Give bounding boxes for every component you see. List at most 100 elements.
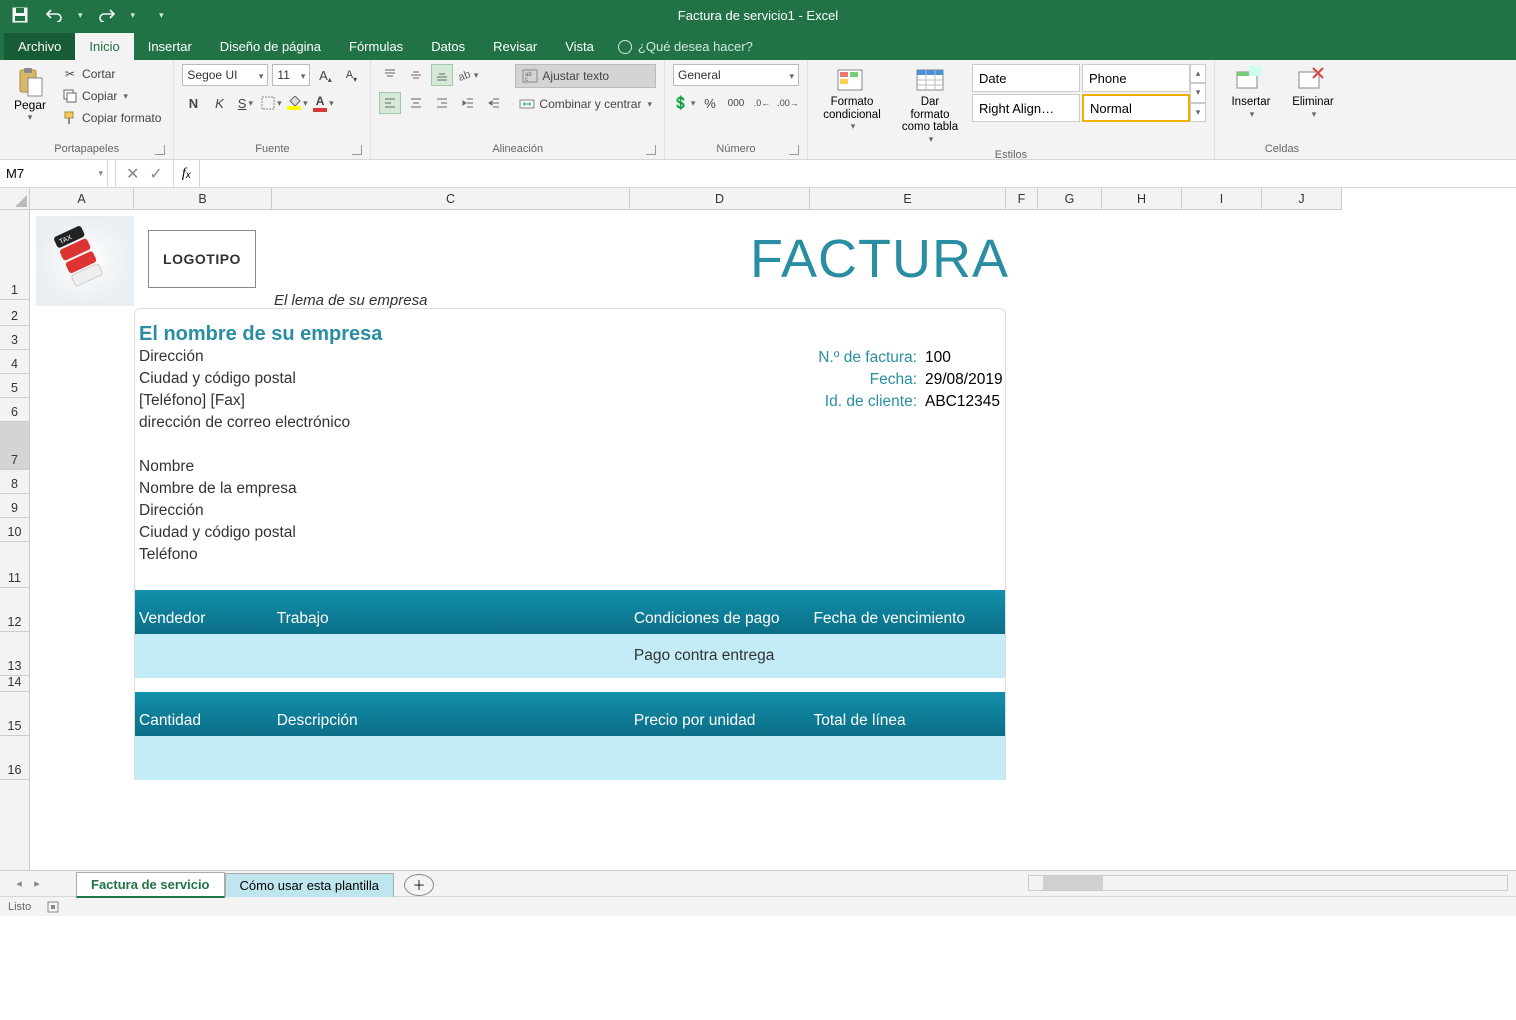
merge-center-button[interactable]: Combinar y centrar [515, 94, 656, 114]
increase-indent-button[interactable] [483, 92, 505, 114]
row-header-5[interactable]: 5 [0, 374, 29, 398]
column-header-G[interactable]: G [1038, 188, 1102, 209]
redo-icon[interactable] [97, 5, 117, 25]
styles-more-icon[interactable]: ▾ [1190, 103, 1206, 122]
undo-icon[interactable] [44, 5, 64, 25]
row-header-1[interactable]: 1 [0, 210, 29, 300]
row-header-15[interactable]: 15 [0, 692, 29, 736]
tell-me-search[interactable]: ¿Qué desea hacer? [608, 33, 763, 60]
formula-input[interactable] [200, 160, 1516, 187]
name-box[interactable]: M7 ▾ [0, 160, 108, 187]
font-name-combo[interactable]: Segoe UI [182, 64, 268, 86]
column-header-B[interactable]: B [134, 188, 272, 209]
row-header-12[interactable]: 12 [0, 588, 29, 632]
underline-button[interactable]: S [234, 92, 256, 114]
font-size-combo[interactable]: 11 [272, 64, 310, 86]
row-header-7[interactable]: 7 [0, 422, 29, 470]
font-color-button[interactable]: A [312, 92, 334, 114]
accounting-format-button[interactable]: 💲 [673, 92, 695, 114]
undo-dropdown-icon[interactable]: ▾ [78, 10, 83, 21]
decrease-font-button[interactable]: A▾ [340, 64, 362, 86]
align-right-button[interactable] [431, 92, 453, 114]
tab-inicio[interactable]: Inicio [75, 33, 133, 60]
row-header-11[interactable]: 11 [0, 542, 29, 588]
insert-cells-button[interactable]: Insertar [1223, 64, 1279, 122]
row-header-3[interactable]: 3 [0, 326, 29, 350]
row-header-8[interactable]: 8 [0, 470, 29, 494]
qat-customize-icon[interactable]: ▾ [159, 10, 164, 21]
conditional-formatting-button[interactable]: Formato condicional [816, 64, 888, 134]
copy-button[interactable]: Copiar [58, 86, 165, 106]
bold-button[interactable]: N [182, 92, 204, 114]
scroll-up-icon[interactable]: ▴ [1190, 64, 1206, 83]
fill-color-button[interactable] [286, 92, 308, 114]
wrap-text-button[interactable]: abc Ajustar texto [515, 64, 656, 88]
tab-formulas[interactable]: Fórmulas [335, 33, 417, 60]
comma-style-button[interactable]: 000 [725, 92, 747, 114]
cells-area[interactable]: TAX LOGOTIPO El lema de su empresa FACTU… [30, 210, 1516, 870]
format-painter-button[interactable]: Copiar formato [58, 108, 165, 128]
row-header-4[interactable]: 4 [0, 350, 29, 374]
decrease-decimal-button[interactable]: .00→ [777, 92, 799, 114]
dialog-launcher-icon[interactable] [646, 145, 656, 155]
align-middle-button[interactable] [405, 64, 427, 86]
tab-revisar[interactable]: Revisar [479, 33, 551, 60]
align-center-button[interactable] [405, 92, 427, 114]
column-header-I[interactable]: I [1182, 188, 1262, 209]
paste-button[interactable]: Pegar ▾ [8, 64, 52, 125]
worksheet-grid[interactable]: 12345678910111213141516 TAX LOGOTIP [0, 210, 1516, 870]
increase-decimal-button[interactable]: .0← [751, 92, 773, 114]
increase-font-button[interactable]: A▴ [314, 64, 336, 86]
redo-dropdown-icon[interactable]: ▾ [131, 10, 136, 21]
decrease-indent-button[interactable] [457, 92, 479, 114]
orientation-button[interactable]: ab [457, 64, 479, 86]
row-header-9[interactable]: 9 [0, 494, 29, 518]
tab-nav-prev[interactable]: ◂ [10, 877, 28, 890]
cancel-icon[interactable]: ✕ [126, 164, 139, 184]
column-header-F[interactable]: F [1006, 188, 1038, 209]
styles-scrollbar[interactable]: ▴ ▾ ▾ [1190, 64, 1206, 122]
tab-vista[interactable]: Vista [551, 33, 608, 60]
style-phone[interactable]: Phone [1082, 64, 1190, 92]
column-header-C[interactable]: C [272, 188, 630, 209]
column-header-H[interactable]: H [1102, 188, 1182, 209]
tab-datos[interactable]: Datos [417, 33, 479, 60]
horizontal-scrollbar[interactable] [1028, 875, 1508, 891]
column-header-D[interactable]: D [630, 188, 810, 209]
format-as-table-button[interactable]: Dar formato como tabla [894, 64, 966, 147]
save-icon[interactable] [10, 5, 30, 25]
row-header-14[interactable]: 14 [0, 676, 29, 692]
enter-icon[interactable]: ✓ [149, 164, 162, 184]
italic-button[interactable]: K [208, 92, 230, 114]
tab-diseno[interactable]: Diseño de página [206, 33, 335, 60]
column-header-E[interactable]: E [810, 188, 1006, 209]
align-top-button[interactable] [379, 64, 401, 86]
cell-styles-gallery[interactable]: Date Phone Right Align… Normal [972, 64, 1190, 122]
style-normal[interactable]: Normal [1082, 94, 1190, 122]
macro-record-icon[interactable] [45, 899, 61, 915]
dialog-launcher-icon[interactable] [155, 145, 165, 155]
dialog-launcher-icon[interactable] [789, 145, 799, 155]
row-header-6[interactable]: 6 [0, 398, 29, 422]
scroll-down-icon[interactable]: ▾ [1190, 83, 1206, 102]
select-all-corner[interactable] [0, 188, 30, 210]
row-header-2[interactable]: 2 [0, 300, 29, 326]
cut-button[interactable]: ✂ Cortar [58, 64, 165, 84]
style-date[interactable]: Date [972, 64, 1080, 92]
tab-insertar[interactable]: Insertar [134, 33, 206, 60]
dialog-launcher-icon[interactable] [352, 145, 362, 155]
row-header-16[interactable]: 16 [0, 736, 29, 780]
sheet-tab-active[interactable]: Factura de servicio [76, 872, 225, 898]
align-left-button[interactable] [379, 92, 401, 114]
delete-cells-button[interactable]: Eliminar [1285, 64, 1341, 122]
align-bottom-button[interactable] [431, 64, 453, 86]
borders-button[interactable] [260, 92, 282, 114]
row-header-10[interactable]: 10 [0, 518, 29, 542]
row-header-13[interactable]: 13 [0, 632, 29, 676]
fx-icon[interactable]: fx [174, 160, 200, 187]
percent-button[interactable]: % [699, 92, 721, 114]
sheet-tab-other[interactable]: Cómo usar esta plantilla [225, 873, 394, 897]
number-format-combo[interactable]: General [673, 64, 799, 86]
tab-file[interactable]: Archivo [4, 33, 75, 60]
tab-nav-next[interactable]: ▸ [28, 877, 46, 890]
